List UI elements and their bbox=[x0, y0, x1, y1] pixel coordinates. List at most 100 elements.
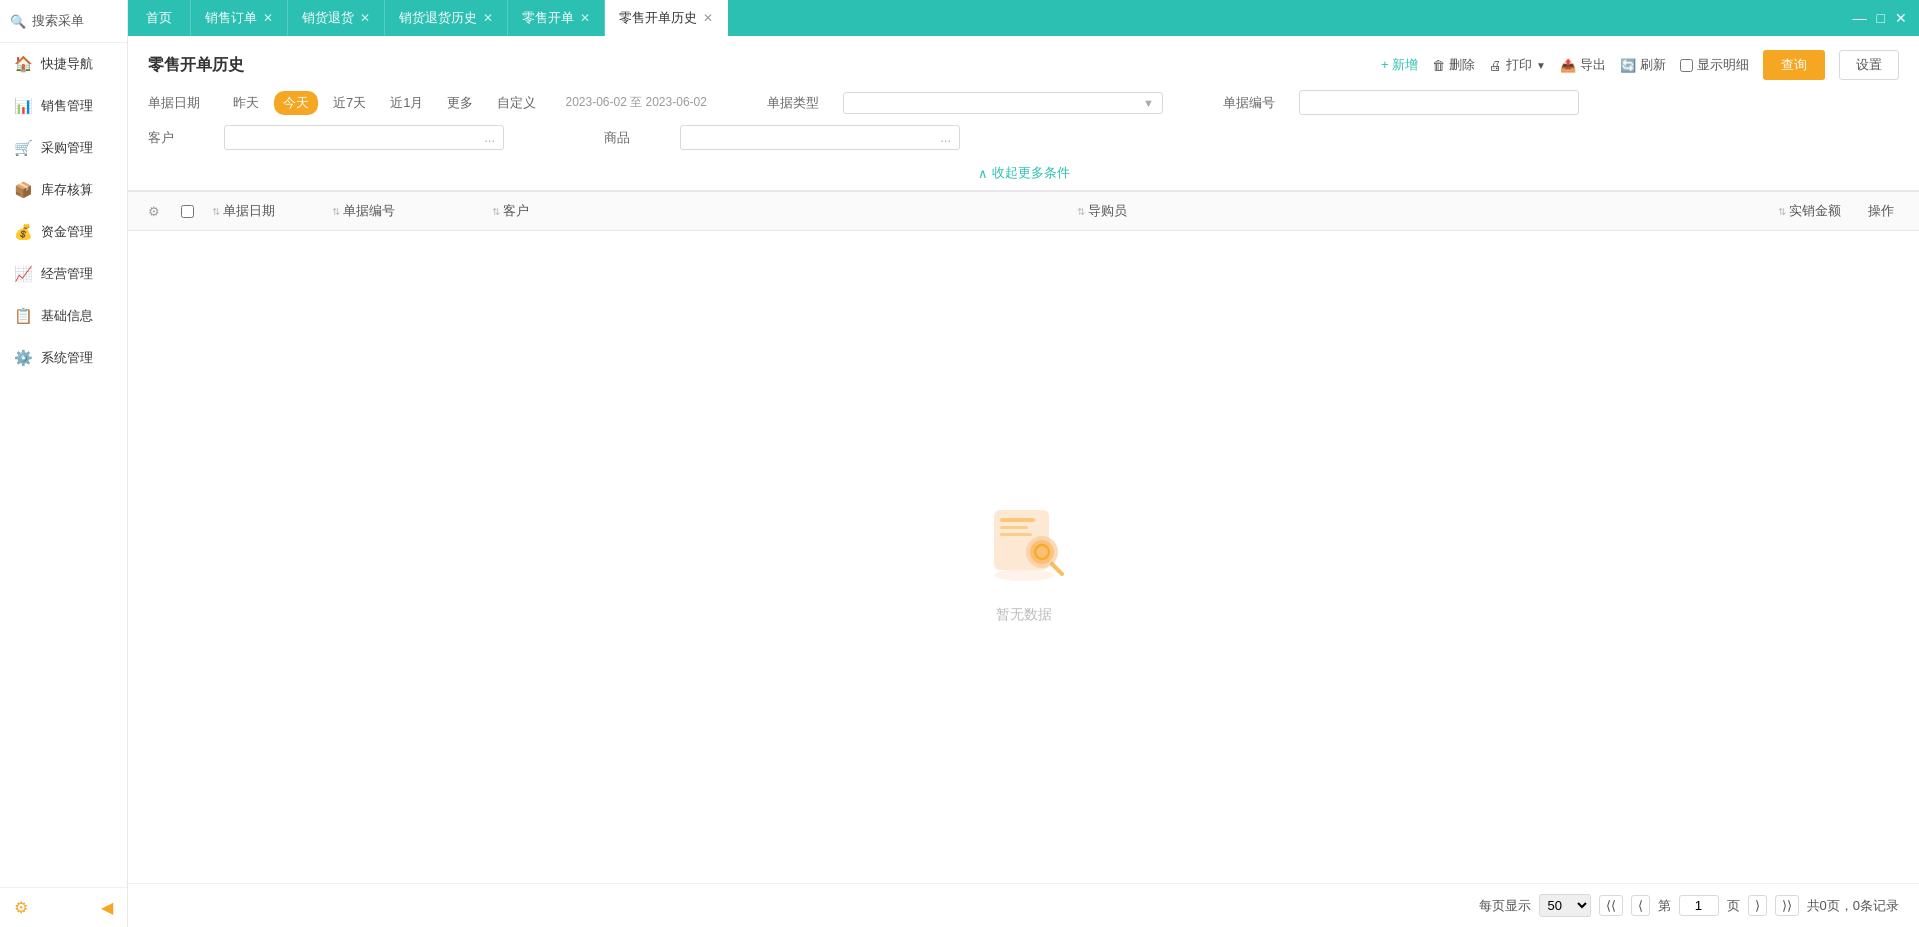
sidebar-item-label: 库存核算 bbox=[41, 181, 93, 199]
svg-rect-2 bbox=[1000, 518, 1035, 522]
query-button[interactable]: 查询 bbox=[1763, 50, 1825, 80]
date-btn-custom[interactable]: 自定义 bbox=[488, 91, 545, 115]
first-page-btn[interactable]: ⟨⟨ bbox=[1599, 895, 1623, 916]
search-icon: 🔍 bbox=[10, 14, 26, 29]
sidebar-bottom: ⚙ ◀ bbox=[0, 887, 127, 927]
last-page-btn[interactable]: ⟩⟩ bbox=[1775, 895, 1799, 916]
display-detail-checkbox-label[interactable]: 显示明细 bbox=[1680, 56, 1749, 74]
sidebar-item-basic-info[interactable]: 📋 基础信息 bbox=[0, 295, 127, 337]
type-filter-select[interactable]: ▼ bbox=[843, 92, 1163, 114]
main-area: 首页 销售订单 ✕ 销货退货 ✕ 销货退货历史 ✕ 零售开单 ✕ 零售开单历史 … bbox=[128, 0, 1919, 927]
print-button[interactable]: 🖨 打印 ▼ bbox=[1489, 56, 1546, 74]
th-amount: ⇅ 实销金额 bbox=[1751, 202, 1851, 220]
maximize-btn[interactable]: □ bbox=[1877, 10, 1885, 26]
date-btn-1month[interactable]: 近1月 bbox=[381, 91, 432, 115]
tab-sales-return-history-label: 销货退货历史 bbox=[399, 9, 477, 27]
next-page-btn[interactable]: ⟩ bbox=[1748, 895, 1767, 916]
sidebar: 🔍 搜索采单 🏠 快捷导航 📊 销售管理 🛒 采购管理 📦 库存核算 💰 资金管… bbox=[0, 0, 128, 927]
th-settings[interactable]: ⚙ bbox=[136, 204, 172, 219]
customer-filter-input[interactable]: ... bbox=[224, 125, 504, 150]
tab-retail-open-history[interactable]: 零售开单历史 ✕ bbox=[605, 0, 728, 36]
sidebar-item-label: 销售管理 bbox=[41, 97, 93, 115]
sort-icon-customer[interactable]: ⇅ bbox=[492, 206, 500, 217]
collapse-bar[interactable]: ∧ 收起更多条件 bbox=[148, 160, 1899, 190]
date-filters: 昨天 今天 近7天 近1月 更多 自定义 bbox=[224, 91, 545, 115]
page-label: 第 bbox=[1658, 897, 1671, 915]
sidebar-item-label: 采购管理 bbox=[41, 139, 93, 157]
display-detail-checkbox[interactable] bbox=[1680, 59, 1693, 72]
select-all-checkbox[interactable] bbox=[181, 205, 194, 218]
goods-dots[interactable]: ... bbox=[940, 130, 951, 145]
sidebar-item-quick-nav[interactable]: 🏠 快捷导航 bbox=[0, 43, 127, 85]
date-btn-today[interactable]: 今天 bbox=[274, 91, 318, 115]
tab-sales-order[interactable]: 销售订单 ✕ bbox=[191, 0, 288, 36]
sidebar-item-label: 基础信息 bbox=[41, 307, 93, 325]
toolbar: + 新增 🗑 删除 🖨 打印 ▼ 📤 导出 🔄 bbox=[1381, 50, 1899, 80]
tab-retail-open-history-close[interactable]: ✕ bbox=[703, 11, 713, 25]
inventory-icon: 📦 bbox=[14, 181, 33, 199]
settings-bottom-icon[interactable]: ⚙ bbox=[14, 898, 28, 917]
sales-icon: 📊 bbox=[14, 97, 33, 115]
sidebar-item-purchase-mgmt[interactable]: 🛒 采购管理 bbox=[0, 127, 127, 169]
tab-home[interactable]: 首页 bbox=[128, 0, 191, 36]
sidebar-item-operations[interactable]: 📈 经营管理 bbox=[0, 253, 127, 295]
date-btn-yesterday[interactable]: 昨天 bbox=[224, 91, 268, 115]
content-area: 零售开单历史 + 新增 🗑 删除 🖨 打印 ▼ 📤 导出 bbox=[128, 36, 1919, 927]
refresh-button[interactable]: 🔄 刷新 bbox=[1620, 56, 1666, 74]
tab-sales-order-label: 销售订单 bbox=[205, 9, 257, 27]
th-order-no: ⇅ 单据编号 bbox=[322, 202, 482, 220]
sidebar-item-sales-mgmt[interactable]: 📊 销售管理 bbox=[0, 85, 127, 127]
date-btn-more[interactable]: 更多 bbox=[438, 91, 482, 115]
svg-point-6 bbox=[1030, 540, 1054, 564]
pagination: 每页显示 50 100 200 ⟨⟨ ⟨ 第 页 ⟩ ⟩⟩ 共0页，0条记录 bbox=[128, 883, 1919, 927]
tab-sales-return-label: 销货退货 bbox=[302, 9, 354, 27]
tabs-bar: 首页 销售订单 ✕ 销货退货 ✕ 销货退货历史 ✕ 零售开单 ✕ 零售开单历史 … bbox=[128, 0, 1919, 36]
page-input[interactable] bbox=[1679, 895, 1719, 916]
th-checkbox[interactable] bbox=[172, 205, 202, 218]
svg-rect-4 bbox=[1000, 533, 1032, 536]
svg-line-7 bbox=[1052, 564, 1062, 574]
prev-page-btn[interactable]: ⟨ bbox=[1631, 895, 1650, 916]
date-btn-7days[interactable]: 近7天 bbox=[324, 91, 375, 115]
sidebar-item-finance[interactable]: 💰 资金管理 bbox=[0, 211, 127, 253]
customer-dots[interactable]: ... bbox=[484, 130, 495, 145]
sort-icon-guide[interactable]: ⇅ bbox=[1077, 206, 1085, 217]
settings-button[interactable]: 设置 bbox=[1839, 50, 1899, 80]
sidebar-item-system[interactable]: ⚙️ 系统管理 bbox=[0, 337, 127, 379]
collapse-sidebar-icon[interactable]: ◀ bbox=[101, 898, 113, 917]
type-dropdown-icon: ▼ bbox=[1143, 97, 1154, 109]
filter-row-1: 单据日期 昨天 今天 近7天 近1月 更多 自定义 2023-06-02 至 2… bbox=[148, 90, 1899, 115]
tab-sales-order-close[interactable]: ✕ bbox=[263, 11, 273, 25]
tab-sales-return-history-close[interactable]: ✕ bbox=[483, 11, 493, 25]
delete-button[interactable]: 🗑 删除 bbox=[1432, 56, 1475, 74]
table-area: ⚙ ⇅ 单据日期 ⇅ 单据编号 ⇅ 客户 ⇅ 导购员 bbox=[128, 191, 1919, 883]
collapse-label: 收起更多条件 bbox=[992, 164, 1070, 182]
sort-icon[interactable]: ⇅ bbox=[212, 206, 220, 217]
page-header: 零售开单历史 + 新增 🗑 删除 🖨 打印 ▼ 📤 导出 bbox=[128, 36, 1919, 191]
th-date: ⇅ 单据日期 bbox=[202, 202, 322, 220]
refresh-icon: 🔄 bbox=[1620, 58, 1636, 73]
sidebar-search[interactable]: 🔍 搜索采单 bbox=[0, 0, 127, 43]
close-btn[interactable]: ✕ bbox=[1895, 10, 1907, 26]
goods-filter-label: 商品 bbox=[604, 129, 660, 147]
finance-icon: 💰 bbox=[14, 223, 33, 241]
order-no-label: 单据编号 bbox=[1223, 94, 1279, 112]
tab-retail-open[interactable]: 零售开单 ✕ bbox=[508, 0, 605, 36]
tab-sales-return[interactable]: 销货退货 ✕ bbox=[288, 0, 385, 36]
sidebar-item-inventory[interactable]: 📦 库存核算 bbox=[0, 169, 127, 211]
system-icon: ⚙️ bbox=[14, 349, 33, 367]
tab-sales-return-history[interactable]: 销货退货历史 ✕ bbox=[385, 0, 508, 36]
window-controls: — □ ✕ bbox=[1853, 10, 1919, 26]
sort-icon-amount[interactable]: ⇅ bbox=[1778, 206, 1786, 217]
tab-sales-return-close[interactable]: ✕ bbox=[360, 11, 370, 25]
table-header: ⚙ ⇅ 单据日期 ⇅ 单据编号 ⇅ 客户 ⇅ 导购员 bbox=[128, 191, 1919, 231]
sort-icon-orderno[interactable]: ⇅ bbox=[332, 206, 340, 217]
minimize-btn[interactable]: — bbox=[1853, 10, 1867, 26]
per-page-select[interactable]: 50 100 200 bbox=[1539, 894, 1591, 917]
add-button[interactable]: + 新增 bbox=[1381, 56, 1418, 74]
order-no-input[interactable] bbox=[1299, 90, 1579, 115]
page-suffix: 页 bbox=[1727, 897, 1740, 915]
tab-retail-open-close[interactable]: ✕ bbox=[580, 11, 590, 25]
export-button[interactable]: 📤 导出 bbox=[1560, 56, 1606, 74]
goods-filter-input[interactable]: ... bbox=[680, 125, 960, 150]
